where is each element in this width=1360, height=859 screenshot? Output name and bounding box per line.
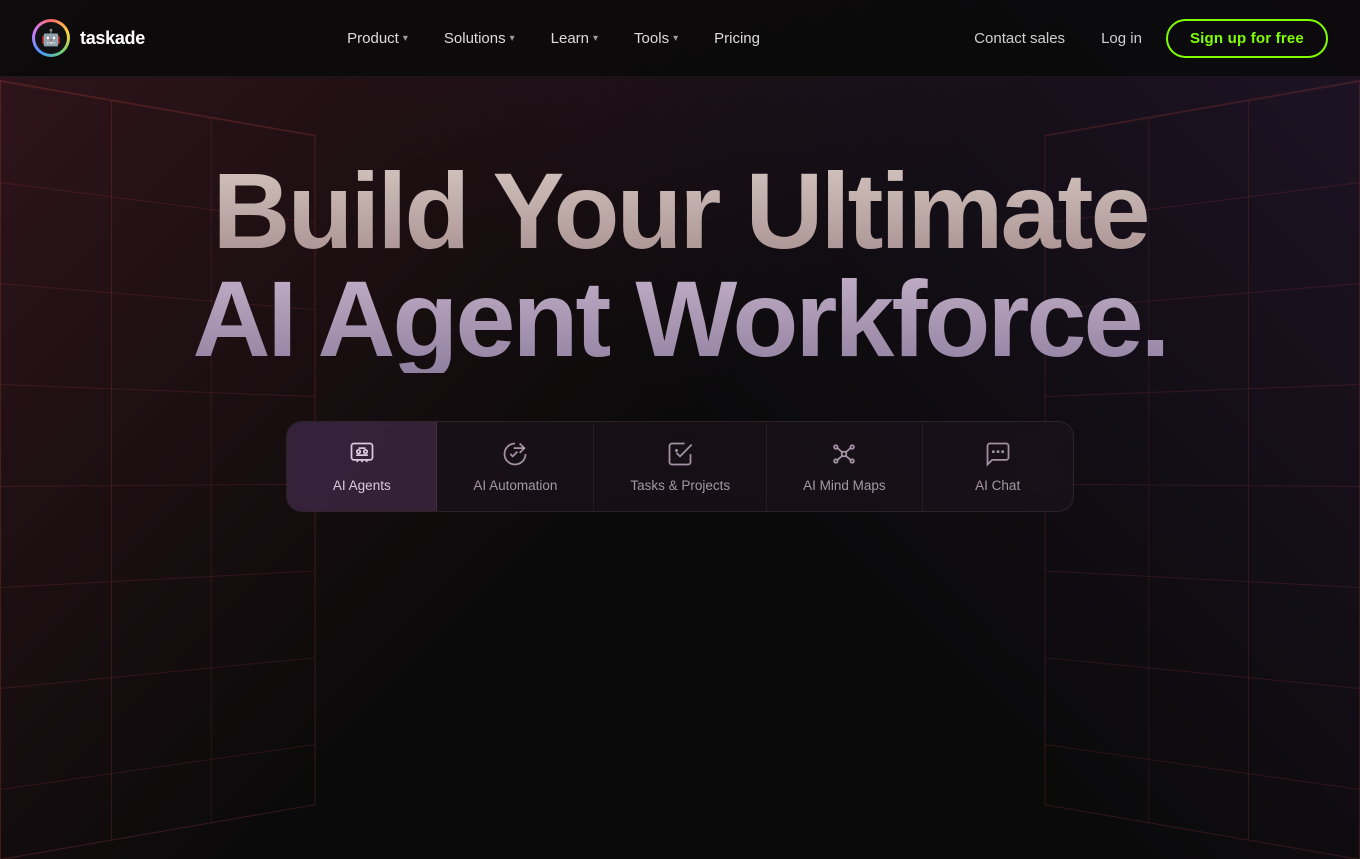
logo-face: 🤖 bbox=[41, 28, 61, 48]
nav-left: 🤖 taskade bbox=[32, 19, 145, 57]
solutions-chevron-icon: ▾ bbox=[510, 33, 515, 44]
tab-ai-automation-label: AI Automation bbox=[473, 478, 557, 493]
navbar: 🤖 taskade Product ▾ Solutions ▾ Learn ▾ … bbox=[0, 0, 1360, 77]
hero-title-line1: Build Your Ultimate bbox=[192, 157, 1167, 265]
logo-text: taskade bbox=[80, 28, 145, 49]
ai-agents-icon bbox=[348, 440, 376, 468]
tasks-projects-icon bbox=[666, 440, 694, 468]
tab-ai-chat[interactable]: AI Chat bbox=[923, 422, 1073, 511]
login-button[interactable]: Log in bbox=[1089, 22, 1154, 55]
feature-tabs: AI Agents AI Automation bbox=[286, 421, 1073, 512]
tab-ai-chat-label: AI Chat bbox=[975, 478, 1020, 493]
nav-pricing[interactable]: Pricing bbox=[698, 22, 776, 55]
hero-title-line2: AI Agent Workforce. bbox=[192, 265, 1167, 373]
hero-section: Build Your Ultimate AI Agent Workforce. … bbox=[0, 77, 1360, 859]
ai-chat-icon bbox=[984, 440, 1012, 468]
nav-tools[interactable]: Tools ▾ bbox=[618, 22, 694, 55]
logo-icon: 🤖 bbox=[32, 19, 70, 57]
tools-chevron-icon: ▾ bbox=[673, 33, 678, 44]
nav-center: Product ▾ Solutions ▾ Learn ▾ Tools ▾ Pr… bbox=[331, 22, 776, 55]
tab-ai-mind-maps-label: AI Mind Maps bbox=[803, 478, 886, 493]
contact-sales-button[interactable]: Contact sales bbox=[962, 22, 1077, 55]
ai-mind-maps-icon bbox=[830, 440, 858, 468]
tab-ai-mind-maps[interactable]: AI Mind Maps bbox=[767, 422, 923, 511]
product-chevron-icon: ▾ bbox=[403, 33, 408, 44]
tab-ai-automation[interactable]: AI Automation bbox=[437, 422, 594, 511]
tab-tasks-projects[interactable]: Tasks & Projects bbox=[594, 422, 767, 511]
tab-tasks-projects-label: Tasks & Projects bbox=[630, 478, 730, 493]
nav-right: Contact sales Log in Sign up for free bbox=[962, 19, 1328, 58]
nav-learn[interactable]: Learn ▾ bbox=[535, 22, 614, 55]
tab-ai-agents-label: AI Agents bbox=[333, 478, 391, 493]
learn-chevron-icon: ▾ bbox=[593, 33, 598, 44]
hero-title: Build Your Ultimate AI Agent Workforce. bbox=[192, 157, 1167, 373]
signup-button[interactable]: Sign up for free bbox=[1166, 19, 1328, 58]
nav-solutions[interactable]: Solutions ▾ bbox=[428, 22, 531, 55]
ai-automation-icon bbox=[501, 440, 529, 468]
logo-link[interactable]: 🤖 taskade bbox=[32, 19, 145, 57]
nav-product[interactable]: Product ▾ bbox=[331, 22, 424, 55]
tab-ai-agents[interactable]: AI Agents bbox=[287, 422, 437, 511]
